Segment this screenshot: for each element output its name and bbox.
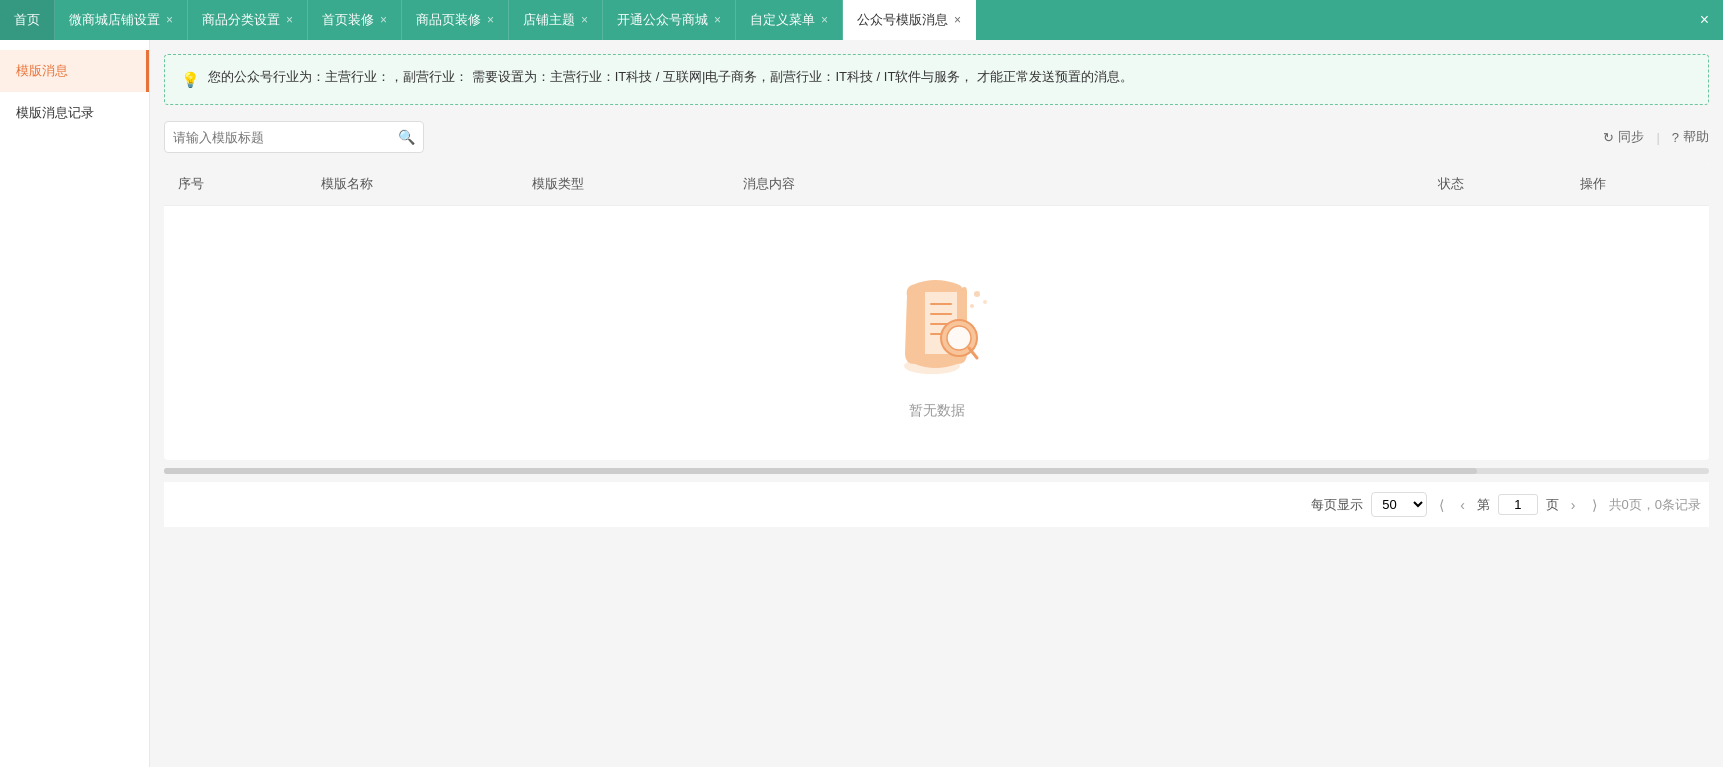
next-page-button[interactable]: › [1567,495,1580,515]
table-header: 序号 模版名称 模版类型 消息内容 状态 操作 [164,163,1709,206]
scrollbar-thumb [164,468,1477,474]
tab-product-category-close[interactable]: × [286,13,293,27]
sidebar: 模版消息 模版消息记录 [0,40,150,767]
search-bar: 🔍 ↻ 同步 | ? 帮助 [164,121,1709,153]
help-label: 帮助 [1683,128,1709,146]
tab-product-decoration-close[interactable]: × [487,13,494,27]
main-layout: 模版消息 模版消息记录 💡 您的公众号行业为：主营行业：，副营行业： 需要设置为… [0,40,1723,767]
tab-home-decoration-close[interactable]: × [380,13,387,27]
tab-product-category[interactable]: 商品分类设置 × [188,0,308,40]
table-empty-row: 暂无数据 [164,206,1709,461]
notice-icon: 💡 [181,68,200,92]
sync-button[interactable]: ↻ 同步 [1603,128,1644,146]
tab-open-mall[interactable]: 开通公众号商城 × [603,0,736,40]
tab-shop-theme-label: 店铺主题 [523,11,575,29]
table-header-row: 序号 模版名称 模版类型 消息内容 状态 操作 [164,163,1709,206]
col-action: 操作 [1566,163,1709,206]
tab-open-mall-close[interactable]: × [714,13,721,27]
scrollbar-hint[interactable] [164,468,1709,474]
notice-prefix: 您的公众号行业为：主营行业：，副营行业： [208,69,468,84]
tab-weshop-settings-label: 微商城店铺设置 [69,11,160,29]
tab-home-decoration-label: 首页装修 [322,11,374,29]
search-icon[interactable]: 🔍 [398,129,415,145]
notice-highlight: 需要设置为：主营行业：IT科技 / 互联网|电子商务，副营行业：IT科技 / I… [472,69,974,84]
tab-product-decoration-label: 商品页装修 [416,11,481,29]
toolbar-right: ↻ 同步 | ? 帮助 [1603,128,1709,146]
svg-point-6 [947,326,971,350]
tab-bar-close-all[interactable]: × [1686,0,1723,40]
search-input[interactable] [173,130,398,145]
tab-home-decoration[interactable]: 首页装修 × [308,0,402,40]
col-name: 模版名称 [307,163,518,206]
prev-page-button[interactable]: ‹ [1456,495,1469,515]
sidebar-item-template-message-log-label: 模版消息记录 [16,105,94,120]
col-status: 状态 [1424,163,1567,206]
tab-shop-theme-close[interactable]: × [581,13,588,27]
total-info: 共0页，0条记录 [1609,496,1701,514]
tab-weshop-settings-close[interactable]: × [166,13,173,27]
page-label: 第 [1477,496,1490,514]
empty-text: 暂无数据 [164,402,1709,420]
page-size-label: 每页显示 [1311,496,1363,514]
sidebar-item-template-message-label: 模版消息 [16,63,68,78]
tab-bar: 首页 微商城店铺设置 × 商品分类设置 × 首页装修 × 商品页装修 × 店铺主… [0,0,1723,40]
svg-point-8 [974,291,980,297]
tab-template-msg-label: 公众号模版消息 [857,11,948,29]
empty-illustration [877,266,997,386]
tab-custom-menu-close[interactable]: × [821,13,828,27]
svg-point-9 [983,300,987,304]
data-table: 序号 模版名称 模版类型 消息内容 状态 操作 [164,163,1709,460]
empty-state: 暂无数据 [164,206,1709,460]
sidebar-item-template-message[interactable]: 模版消息 [0,50,149,92]
notice-text: 您的公众号行业为：主营行业：，副营行业： 需要设置为：主营行业：IT科技 / 互… [208,67,1133,88]
first-page-button[interactable]: ⟨ [1435,495,1448,515]
toolbar-divider: | [1656,130,1659,145]
help-button[interactable]: ? 帮助 [1672,128,1709,146]
sync-icon: ↻ [1603,130,1614,145]
tab-home[interactable]: 首页 [0,0,55,40]
tab-weshop-settings[interactable]: 微商城店铺设置 × [55,0,188,40]
col-type: 模版类型 [518,163,729,206]
notice-box: 💡 您的公众号行业为：主营行业：，副营行业： 需要设置为：主营行业：IT科技 /… [164,54,1709,105]
tab-custom-menu[interactable]: 自定义菜单 × [736,0,843,40]
page-number-input[interactable] [1498,494,1538,515]
sync-label: 同步 [1618,128,1644,146]
tab-open-mall-label: 开通公众号商城 [617,11,708,29]
table-body: 暂无数据 [164,206,1709,461]
tab-home-label: 首页 [14,11,40,29]
tab-product-category-label: 商品分类设置 [202,11,280,29]
tab-template-msg[interactable]: 公众号模版消息 × [843,0,976,40]
tab-shop-theme[interactable]: 店铺主题 × [509,0,603,40]
sidebar-item-template-message-log[interactable]: 模版消息记录 [0,92,149,134]
notice-suffix: 才能正常发送预置的消息。 [977,69,1133,84]
help-icon: ? [1672,130,1679,145]
col-content: 消息内容 [729,163,1424,206]
page-size-select[interactable]: 50 10 20 100 [1371,492,1427,517]
col-index: 序号 [164,163,307,206]
tab-product-decoration[interactable]: 商品页装修 × [402,0,509,40]
pagination: 每页显示 50 10 20 100 ⟨ ‹ 第 页 › ⟩ 共0页，0条记录 [164,482,1709,527]
tab-template-msg-close[interactable]: × [954,13,961,27]
svg-point-10 [970,304,974,308]
page-unit: 页 [1546,496,1559,514]
search-input-wrap[interactable]: 🔍 [164,121,424,153]
tab-custom-menu-label: 自定义菜单 [750,11,815,29]
content-area: 💡 您的公众号行业为：主营行业：，副营行业： 需要设置为：主营行业：IT科技 /… [150,40,1723,767]
last-page-button[interactable]: ⟩ [1588,495,1601,515]
